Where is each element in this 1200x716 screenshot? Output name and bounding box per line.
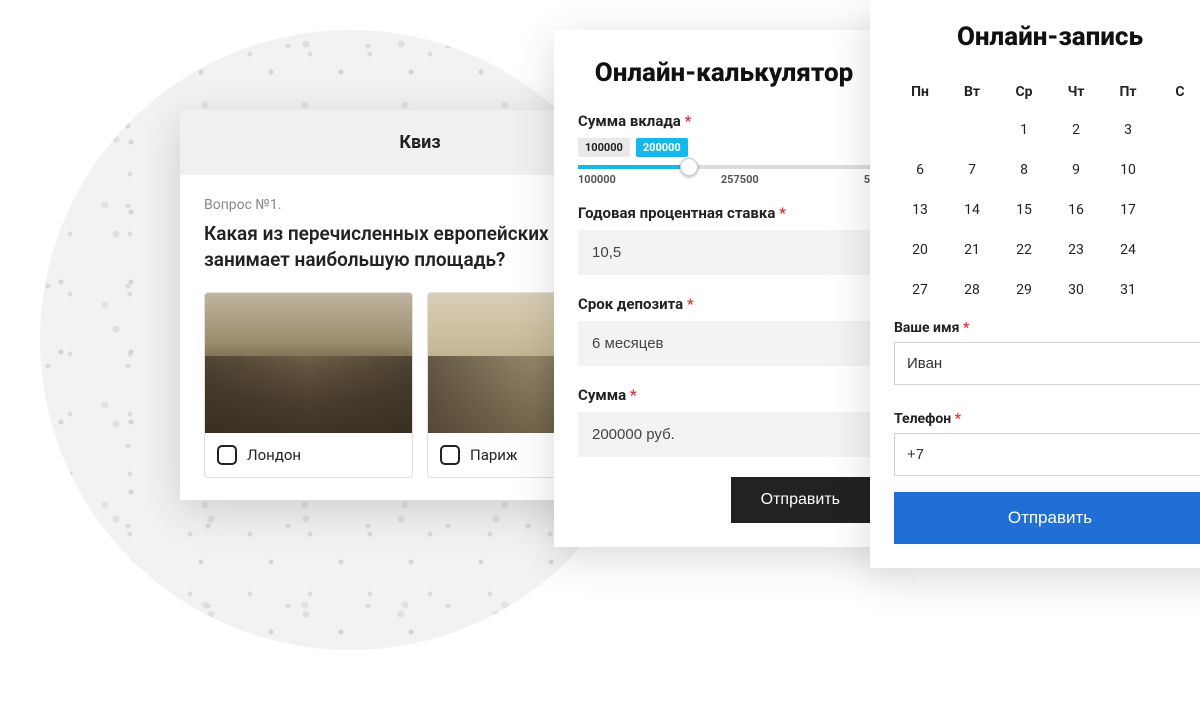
calendar-day[interactable]: 9 [1050,150,1102,190]
calendar-day[interactable]: 29 [998,270,1050,310]
quiz-option-label: Париж [470,446,517,464]
weekday: Пн [894,74,946,110]
phone-label: Телефон * [894,411,1200,427]
quiz-option-label: Лондон [247,446,301,464]
calendar-day[interactable]: 14 [946,190,998,230]
slider-tick-min: 100000 [578,173,616,186]
required-mark: * [687,295,694,313]
deposit-slider[interactable] [578,165,870,169]
calendar-row: 6 7 8 9 10 [894,150,1200,190]
calendar-weekday-row: Пн Вт Ср Чт Пт С [894,74,1200,110]
calendar-day[interactable]: 28 [946,270,998,310]
slider-badges: 100000 200000 [578,138,870,157]
label-text: Сумма [578,386,626,404]
name-label: Ваше имя * [894,320,1200,336]
quiz-option-label-row: Лондон [205,433,412,477]
calendar-day[interactable] [946,110,998,150]
calendar-day[interactable]: 8 [998,150,1050,190]
calendar-day[interactable] [1154,110,1200,150]
phone-input[interactable] [894,433,1200,476]
rate-label: Годовая процентная ставка * [578,204,870,222]
required-mark: * [685,112,692,130]
sum-input[interactable] [578,412,870,457]
checkbox-icon[interactable] [440,445,460,465]
term-input[interactable] [578,321,870,366]
required-mark: * [955,411,961,427]
slider-tick-mid: 257500 [721,173,759,186]
sum-label: Сумма * [578,386,870,404]
quiz-option-london[interactable]: Лондон [204,292,413,478]
calendar-day[interactable]: 6 [894,150,946,190]
calendar-row: 1 2 3 [894,110,1200,150]
slider-ticks: 100000 257500 5 [578,173,870,186]
booking-submit-button[interactable]: Отправить [894,492,1200,544]
calendar-day[interactable]: 21 [946,230,998,270]
required-mark: * [630,386,637,404]
calculator-card: Онлайн-калькулятор Сумма вклада * 100000… [554,30,894,547]
calendar-row: 20 21 22 23 24 [894,230,1200,270]
label-text: Сумма вклада [578,112,681,130]
calendar-day[interactable]: 13 [894,190,946,230]
label-text: Годовая процентная ставка [578,204,775,222]
deposit-amount-label: Сумма вклада * [578,112,870,130]
calendar-day[interactable]: 16 [1050,190,1102,230]
calculator-submit-button[interactable]: Отправить [731,477,870,523]
calendar-day[interactable]: 3 [1102,110,1154,150]
weekday: Чт [1050,74,1102,110]
calendar-day[interactable]: 31 [1102,270,1154,310]
slider-fill [578,165,689,169]
calendar-day[interactable]: 10 [1102,150,1154,190]
rate-input[interactable] [578,230,870,275]
calendar-row: 13 14 15 16 17 [894,190,1200,230]
booking-title: Онлайн-запись [894,22,1200,52]
calendar-day[interactable]: 15 [998,190,1050,230]
calendar-day[interactable]: 2 [1050,110,1102,150]
name-input[interactable] [894,342,1200,385]
calendar-day[interactable]: 20 [894,230,946,270]
calendar-day[interactable]: 23 [1050,230,1102,270]
calculator-title: Онлайн-калькулятор [578,58,870,88]
calendar-day[interactable]: 1 [998,110,1050,150]
label-text: Срок депозита [578,295,683,313]
calendar-day[interactable]: 17 [1102,190,1154,230]
calendar-day[interactable] [1154,190,1200,230]
label-text: Телефон [894,411,951,427]
weekday: Пт [1102,74,1154,110]
calendar-day[interactable] [1154,270,1200,310]
term-label: Срок депозита * [578,295,870,313]
calendar: Пн Вт Ср Чт Пт С 1 2 3 6 7 8 9 10 13 14 … [894,74,1200,310]
calendar-day[interactable]: 30 [1050,270,1102,310]
weekday: С [1154,74,1200,110]
calendar-row: 27 28 29 30 31 [894,270,1200,310]
required-mark: * [963,320,969,336]
calendar-day[interactable] [1154,230,1200,270]
weekday: Ср [998,74,1050,110]
slider-current-badge: 200000 [636,138,688,157]
slider-thumb[interactable] [680,158,698,176]
required-mark: * [779,204,786,222]
calendar-day[interactable]: 24 [1102,230,1154,270]
booking-card: Онлайн-запись Пн Вт Ср Чт Пт С 1 2 3 6 7… [870,0,1200,568]
calendar-day[interactable] [1154,150,1200,190]
calendar-day[interactable] [894,110,946,150]
calendar-day[interactable]: 7 [946,150,998,190]
calendar-day[interactable]: 27 [894,270,946,310]
calendar-day[interactable]: 22 [998,230,1050,270]
quiz-option-image [205,293,412,433]
label-text: Ваше имя [894,320,959,336]
checkbox-icon[interactable] [217,445,237,465]
weekday: Вт [946,74,998,110]
slider-min-badge: 100000 [578,138,630,157]
